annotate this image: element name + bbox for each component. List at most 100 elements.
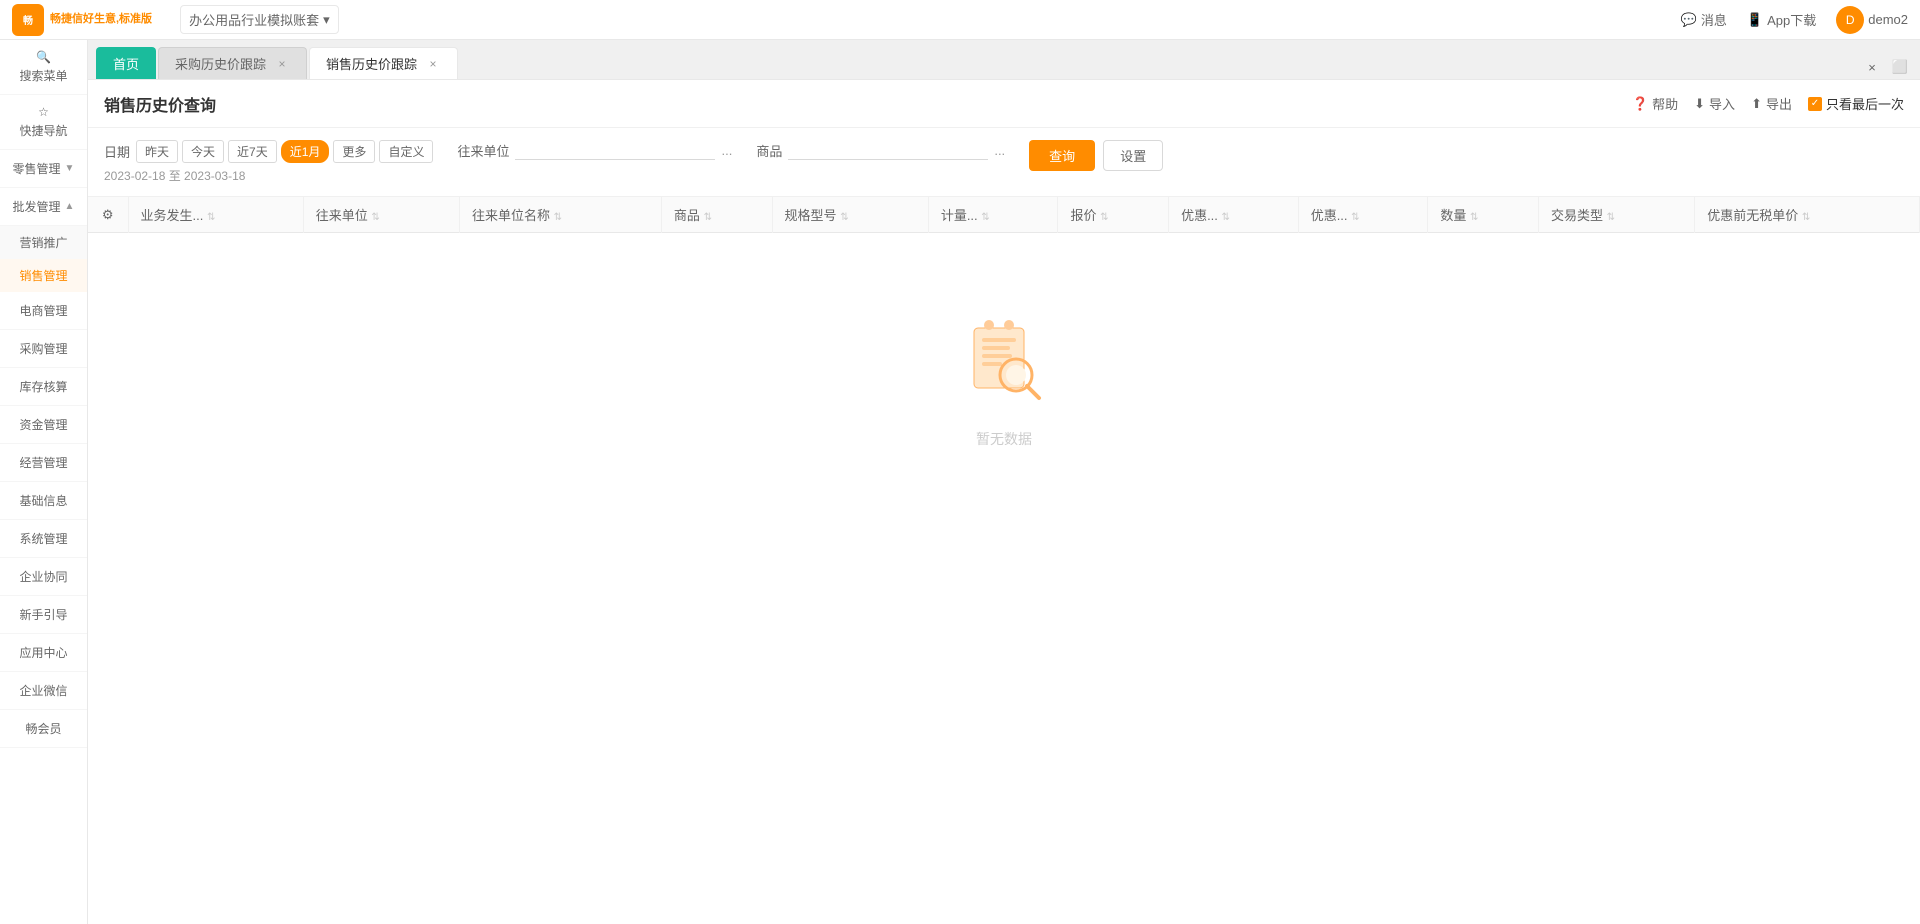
sidebar-retail-label: 零售管理 [13,160,61,177]
window-maximize-icon[interactable]: ⬜ [1888,55,1912,79]
only-last-checkbox[interactable]: ✓ 只看最后一次 [1808,94,1904,113]
tab-sales-label: 销售历史价跟踪 [326,54,417,73]
col-pretax-price-label: 优惠前无税单价 [1707,208,1798,223]
sort-icon: ⇅ [1100,212,1108,223]
col-partner-name[interactable]: 往来单位名称 ⇅ [460,197,662,233]
filter-actions: 查询 设置 [1029,140,1163,171]
sort-icon: ⇅ [207,212,215,223]
sidebar-item-system[interactable]: 系统管理 [0,520,87,558]
sort-icon: ⇅ [1607,212,1615,223]
page-title: 销售历史价查询 [104,92,216,116]
col-partner-code[interactable]: 往来单位 ⇅ [303,197,459,233]
tab-purchase-close[interactable]: × [274,56,290,72]
sidebar-item-wholesale[interactable]: 批发管理 ▲ [0,188,87,226]
col-biz-date-label: 业务发生... [141,208,204,223]
col-trade-type[interactable]: 交易类型 ⇅ [1538,197,1694,233]
sidebar-item-cooperation[interactable]: 企业协同 [0,558,87,596]
sidebar-item-marketing[interactable]: 营销推广 [0,226,87,259]
tab-purchase-history[interactable]: 采购历史价跟踪 × [158,47,307,79]
col-pretax-price[interactable]: 优惠前无税单价 ⇅ [1695,197,1920,233]
sidebar-item-operation[interactable]: 经营管理 [0,444,87,482]
import-icon: ⬇ [1694,96,1705,112]
top-header: 畅 畅捷信好生意,标准版 办公用品行业模拟账套 ▾ 💬 消息 📱 App下载 D… [0,0,1920,40]
tab-sales-history[interactable]: 销售历史价跟踪 × [309,47,458,79]
sidebar-item-purchase[interactable]: 采购管理 [0,330,87,368]
sidebar: 🔍 搜索菜单 ☆ 快捷导航 零售管理 ▼ 批发管理 ▲ 营销推广 销售管理 电商… [0,40,88,924]
tab-home[interactable]: 首页 [96,47,156,79]
settings-button[interactable]: 设置 [1103,140,1163,171]
date-range-row: 2023-02-18 至 2023-03-18 [104,167,433,184]
col-discount1[interactable]: 优惠... ⇅ [1169,197,1299,233]
window-close-icon[interactable]: × [1864,56,1880,79]
col-discount2[interactable]: 优惠... ⇅ [1298,197,1428,233]
col-goods[interactable]: 商品 ⇅ [661,197,772,233]
content-area: 首页 采购历史价跟踪 × 销售历史价跟踪 × × ⬜ 销售历史价查询 [88,40,1920,924]
sidebar-system-label: 系统管理 [19,530,67,547]
last1m-btn[interactable]: 近1月 [281,140,330,163]
query-button[interactable]: 查询 [1029,140,1095,171]
sidebar-item-inventory[interactable]: 库存核算 [0,368,87,406]
today-btn[interactable]: 今天 [182,140,224,163]
sidebar-sales-label: 销售管理 [19,269,67,283]
col-discount2-label: 优惠... [1311,208,1348,223]
sidebar-cooperation-label: 企业协同 [19,568,67,585]
date-filter-col: 日期 昨天 今天 近7天 近1月 更多 自定义 2023-02-18 [104,140,433,184]
sort-icon: ⇅ [981,212,989,223]
yesterday-btn[interactable]: 昨天 [136,140,178,163]
sidebar-item-newbie[interactable]: 新手引导 [0,596,87,634]
sidebar-wholesale-label: 批发管理 [13,198,61,215]
sidebar-item-basic[interactable]: 基础信息 [0,482,87,520]
export-button[interactable]: ⬆ 导出 [1751,94,1792,113]
user-name: demo2 [1868,12,1908,27]
col-settings[interactable]: ⚙ [88,197,128,233]
sidebar-item-ecommerce[interactable]: 电商管理 [0,292,87,330]
sidebar-item-finance[interactable]: 资金管理 [0,406,87,444]
goods-input[interactable] [788,140,988,160]
app-download-button[interactable]: 📱 App下载 [1747,10,1816,29]
sidebar-item-sales[interactable]: 销售管理 [0,259,87,292]
tab-sales-close[interactable]: × [425,56,441,72]
custom-btn[interactable]: 自定义 [379,140,433,163]
help-label: 帮助 [1652,94,1678,113]
svg-text:畅: 畅 [23,14,33,27]
message-icon: 💬 [1681,12,1697,28]
user-area[interactable]: D demo2 [1836,6,1908,34]
partner-input[interactable] [515,140,715,160]
col-unit[interactable]: 计量... ⇅ [928,197,1058,233]
sidebar-item-apps[interactable]: 应用中心 [0,634,87,672]
filter-main-row: 日期 昨天 今天 近7天 近1月 更多 自定义 2023-02-18 [104,140,1163,184]
chevron-up-icon: ▲ [65,201,75,212]
col-discount1-label: 优惠... [1181,208,1218,223]
sidebar-item-quicknav[interactable]: ☆ 快捷导航 [0,95,87,150]
last7-btn[interactable]: 近7天 [228,140,277,163]
sidebar-item-wechat[interactable]: 企业微信 [0,672,87,710]
import-label: 导入 [1709,94,1735,113]
col-spec[interactable]: 规格型号 ⇅ [772,197,928,233]
col-quantity-label: 数量 [1440,208,1466,223]
more-btn[interactable]: 更多 [333,140,375,163]
col-biz-date[interactable]: 业务发生... ⇅ [128,197,303,233]
col-quantity[interactable]: 数量 ⇅ [1428,197,1539,233]
logo-text: 畅捷信好生意,标准版 [50,12,152,26]
settings-icon: ⚙ [102,207,114,222]
message-button[interactable]: 💬 消息 [1681,10,1727,29]
col-price[interactable]: 报价 ⇅ [1058,197,1169,233]
sort-icon: ⇅ [554,212,562,223]
sidebar-inventory-label: 库存核算 [19,378,67,395]
download-icon: 📱 [1747,12,1763,28]
import-button[interactable]: ⬇ 导入 [1694,94,1735,113]
partner-dots[interactable]: ... [721,143,732,158]
sidebar-item-search[interactable]: 🔍 搜索菜单 [0,40,87,95]
sidebar-item-retail[interactable]: 零售管理 ▼ [0,150,87,188]
sidebar-item-member[interactable]: 畅会员 [0,710,87,748]
sidebar-basic-label: 基础信息 [19,492,67,509]
data-table: ⚙ 业务发生... ⇅ 往来单位 ⇅ 往来单位名称 [88,197,1920,233]
sort-icon: ⇅ [840,212,848,223]
col-goods-label: 商品 [674,208,700,223]
date-filter-row1: 日期 昨天 今天 近7天 近1月 更多 自定义 [104,140,433,163]
goods-dots[interactable]: ... [994,143,1005,158]
help-button[interactable]: ❓ 帮助 [1632,94,1678,113]
app-selector[interactable]: 办公用品行业模拟账套 ▾ [180,5,339,34]
goods-filter-col: 商品 ... [756,140,1005,160]
page-content: 销售历史价查询 ❓ 帮助 ⬇ 导入 ⬆ 导出 ✓ [88,80,1920,924]
